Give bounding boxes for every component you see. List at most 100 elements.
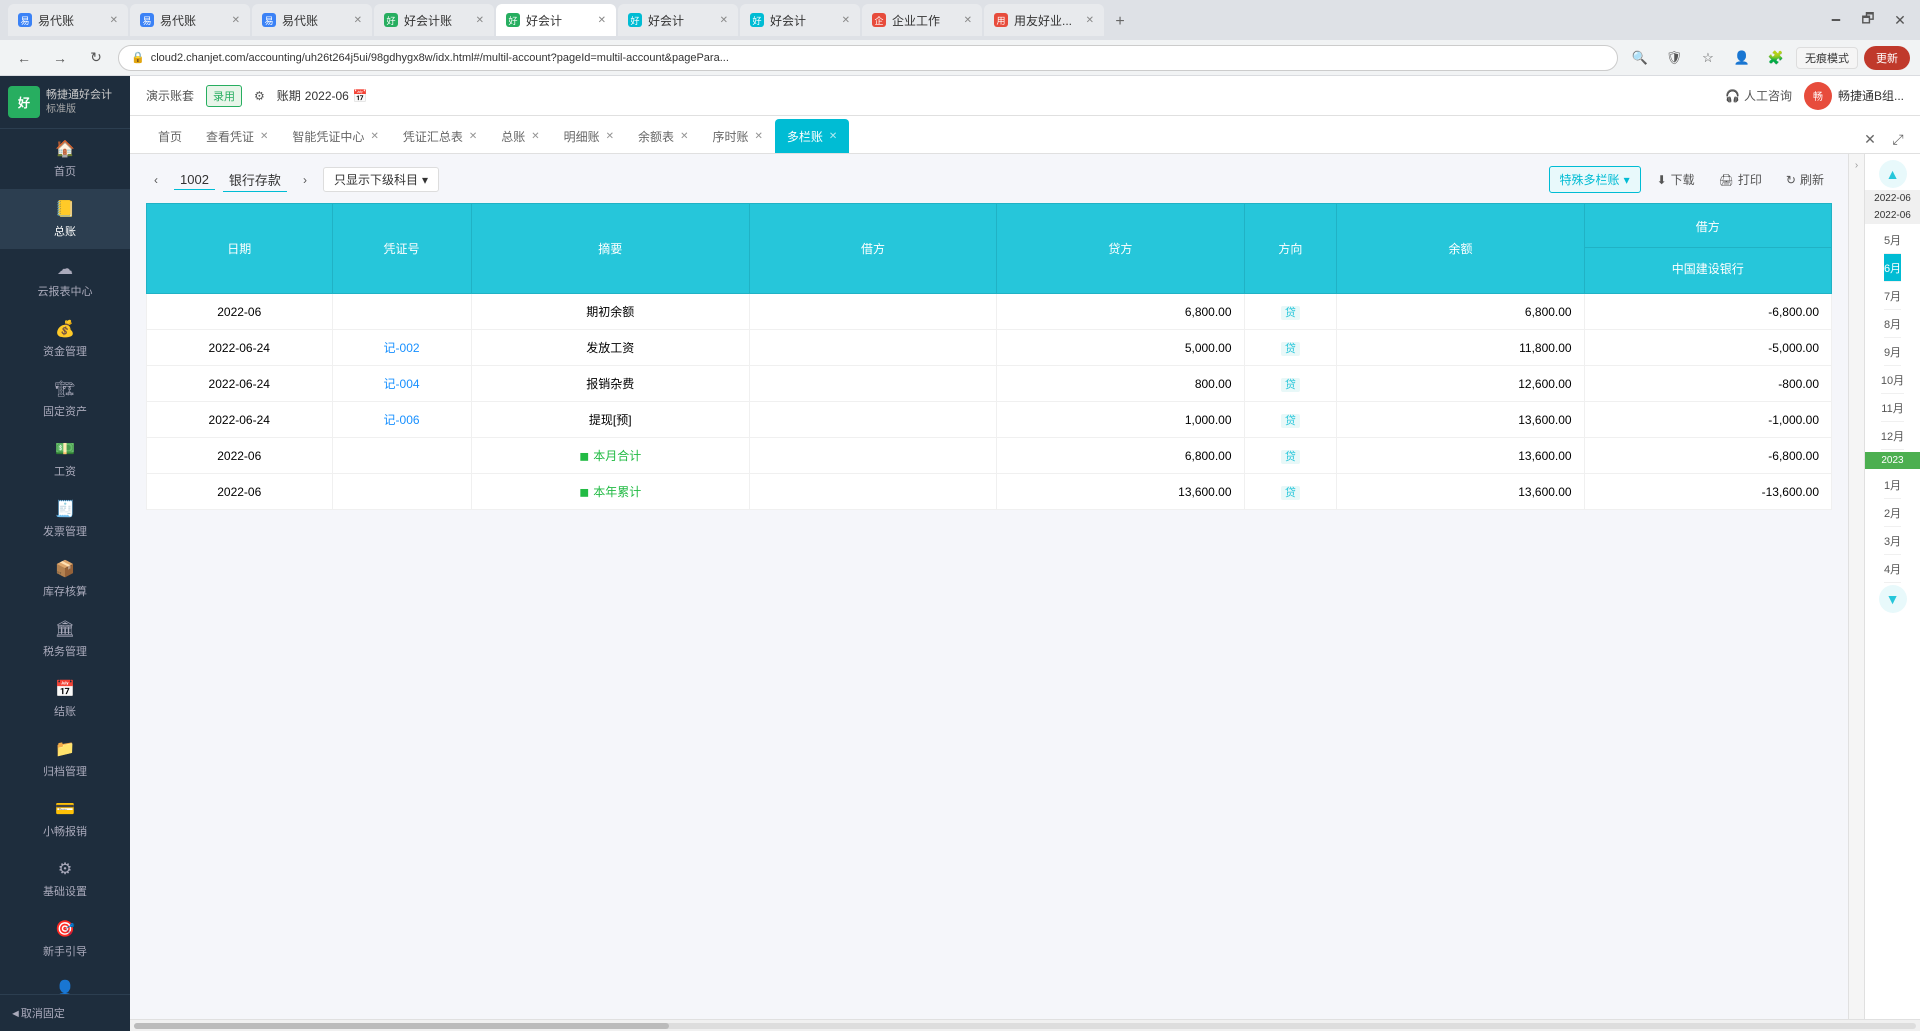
tab-close-voucher-summary[interactable]: ✕ [469, 131, 477, 142]
tab-close-detail-ledger[interactable]: ✕ [606, 131, 614, 142]
account-code[interactable]: 1002 [174, 170, 215, 190]
tab-voucher-summary[interactable]: 凭证汇总表 ✕ [391, 119, 489, 153]
tab-close-general-ledger[interactable]: ✕ [531, 131, 539, 142]
sidebar-item-tax[interactable]: 🏛 税务管理 [0, 609, 130, 669]
filter-sub-accounts-button[interactable]: 只显示下级科目 ▾ [323, 167, 439, 192]
tab-journal[interactable]: 序时账 ✕ [700, 119, 774, 153]
help-button[interactable]: 🎧 人工咨询 [1725, 87, 1792, 104]
sidebar-item-funds[interactable]: 💰 资金管理 [0, 309, 130, 369]
sidebar-item-archive[interactable]: 📁 归档管理 [0, 729, 130, 789]
browser-tab-9[interactable]: 用 用友好业... ✕ [984, 4, 1104, 36]
next-account-button[interactable]: › [295, 170, 315, 190]
browser-tab-8[interactable]: 企 企业工作 ✕ [862, 4, 982, 36]
tab-close-6[interactable]: ✕ [720, 15, 728, 26]
tab-close-3[interactable]: ✕ [354, 15, 362, 26]
refresh-button[interactable]: ↻ 刷新 [1778, 167, 1832, 192]
minimize-button[interactable]: 🗕 [1824, 8, 1848, 32]
calendar-month-12[interactable]: 12月 [1881, 422, 1904, 450]
tab-close-2[interactable]: ✕ [232, 15, 240, 26]
download-button[interactable]: ⬇ 下载 [1649, 167, 1703, 192]
voucher-link-3[interactable]: 记-006 [384, 413, 420, 427]
calendar-month-2023-3[interactable]: 3月 [1884, 527, 1901, 555]
sidebar-item-member[interactable]: 👤 畅会员 [0, 969, 130, 994]
voucher-link-1[interactable]: 记-002 [384, 341, 420, 355]
sidebar-item-expense[interactable]: 💳 小畅报销 [0, 789, 130, 849]
tab-close-8[interactable]: ✕ [964, 15, 972, 26]
browser-tab-1[interactable]: 易 易代账 ✕ [8, 4, 128, 36]
scrollbar-thumb[interactable] [134, 1023, 669, 1029]
incognito-mode-button[interactable]: 无痕模式 [1796, 47, 1858, 69]
sidebar-item-home[interactable]: 🏠 首页 [0, 129, 130, 189]
voucher-link-2[interactable]: 记-004 [384, 377, 420, 391]
calendar-month-9[interactable]: 9月 [1884, 338, 1901, 366]
tab-balance-table[interactable]: 余额表 ✕ [626, 119, 700, 153]
tab-close-5[interactable]: ✕ [598, 15, 606, 26]
update-button[interactable]: 更新 [1864, 46, 1910, 70]
sidebar-item-guide[interactable]: 🎯 新手引导 [0, 909, 130, 969]
tab-home[interactable]: 首页 [146, 119, 194, 153]
browser-tab-6[interactable]: 好 好会计 ✕ [618, 4, 738, 36]
settings-gear-icon[interactable]: ⚙ [254, 89, 265, 103]
sidebar-item-salary[interactable]: 💵 工资 [0, 429, 130, 489]
tab-close-multi-column[interactable]: ✕ [829, 131, 837, 142]
close-tab-panel-button[interactable]: ✕ [1856, 125, 1884, 153]
tab-close-1[interactable]: ✕ [110, 15, 118, 26]
calendar-icon[interactable]: 📅 [353, 89, 368, 103]
forward-button[interactable]: → [46, 44, 74, 72]
browser-tab-4[interactable]: 好 好会计账 ✕ [374, 4, 494, 36]
tab-label-3: 易代账 [282, 12, 318, 29]
browser-tab-3[interactable]: 易 易代账 ✕ [252, 4, 372, 36]
sidebar-item-ledger[interactable]: 📒 总账 [0, 189, 130, 249]
calendar-month-5[interactable]: 5月 [1884, 226, 1901, 254]
calendar-month-11[interactable]: 11月 [1881, 394, 1903, 422]
special-multi-ledger-button[interactable]: 特殊多栏账 ▾ [1549, 166, 1641, 193]
tab-multi-column[interactable]: 多栏账 ✕ [775, 119, 849, 153]
restore-button[interactable]: 🗗 [1856, 8, 1880, 32]
scroll-down-button[interactable]: ▼ [1879, 585, 1907, 613]
browser-tab-5[interactable]: 好 好会计 ✕ [496, 4, 616, 36]
sidebar-item-inventory[interactable]: 📦 库存核算 [0, 549, 130, 609]
tab-close-journal[interactable]: ✕ [754, 131, 762, 142]
tab-close-9[interactable]: ✕ [1086, 15, 1094, 26]
tab-close-balance-table[interactable]: ✕ [680, 131, 688, 142]
prev-account-button[interactable]: ‹ [146, 170, 166, 190]
reload-button[interactable]: ↻ [82, 44, 110, 72]
sidebar-item-close[interactable]: 📅 结账 [0, 669, 130, 729]
account-name[interactable]: 银行存款 [223, 168, 287, 192]
tab-detail-ledger[interactable]: 明细账 ✕ [552, 119, 626, 153]
tab-close-7[interactable]: ✕ [842, 15, 850, 26]
print-button[interactable]: 🖨 打印 [1711, 167, 1770, 192]
search-icon[interactable]: 🔍 [1626, 44, 1654, 72]
unpin-button[interactable]: ◄取消固定 [10, 1005, 120, 1021]
calendar-month-7[interactable]: 7月 [1884, 282, 1901, 310]
calendar-month-8[interactable]: 8月 [1884, 310, 1901, 338]
sidebar-item-invoice[interactable]: 🧾 发票管理 [0, 489, 130, 549]
browser-tab-7[interactable]: 好 好会计 ✕ [740, 4, 860, 36]
expand-panel-button[interactable]: ⤢ [1884, 125, 1912, 153]
calendar-month-2023-4[interactable]: 4月 [1884, 555, 1901, 583]
tab-smart-voucher[interactable]: 智能凭证中心 ✕ [280, 119, 390, 153]
sidebar-item-assets[interactable]: 🏗 固定资产 [0, 369, 130, 429]
scroll-up-button[interactable]: ▲ [1879, 160, 1907, 188]
tab-general-ledger[interactable]: 总账 ✕ [489, 119, 551, 153]
sidebar-item-reports[interactable]: ☁ 云报表中心 [0, 249, 130, 309]
close-window-button[interactable]: ✕ [1888, 8, 1912, 32]
sidebar-item-settings[interactable]: ⚙ 基础设置 [0, 849, 130, 909]
star-icon[interactable]: ☆ [1694, 44, 1722, 72]
back-button[interactable]: ← [10, 44, 38, 72]
browser-tab-2[interactable]: 易 易代账 ✕ [130, 4, 250, 36]
horizontal-scrollbar[interactable] [130, 1019, 1920, 1031]
tab-view-voucher[interactable]: 查看凭证 ✕ [194, 119, 280, 153]
calendar-month-6[interactable]: 6月 [1884, 254, 1901, 282]
tab-close-view-voucher[interactable]: ✕ [260, 131, 268, 142]
panel-collapse-button[interactable]: › [1848, 154, 1864, 1019]
calendar-month-10[interactable]: 10月 [1881, 366, 1904, 394]
calendar-month-2023-1[interactable]: 1月 [1884, 471, 1901, 499]
profile-icon[interactable]: 👤 [1728, 44, 1756, 72]
tab-close-smart-voucher[interactable]: ✕ [370, 131, 378, 142]
tab-close-4[interactable]: ✕ [476, 15, 484, 26]
calendar-month-2023-2[interactable]: 2月 [1884, 499, 1901, 527]
new-tab-button[interactable]: + [1106, 8, 1134, 36]
extension-icon[interactable]: 🧩 [1762, 44, 1790, 72]
address-input[interactable]: 🔒 cloud2.chanjet.com/accounting/uh26t264… [118, 45, 1618, 71]
